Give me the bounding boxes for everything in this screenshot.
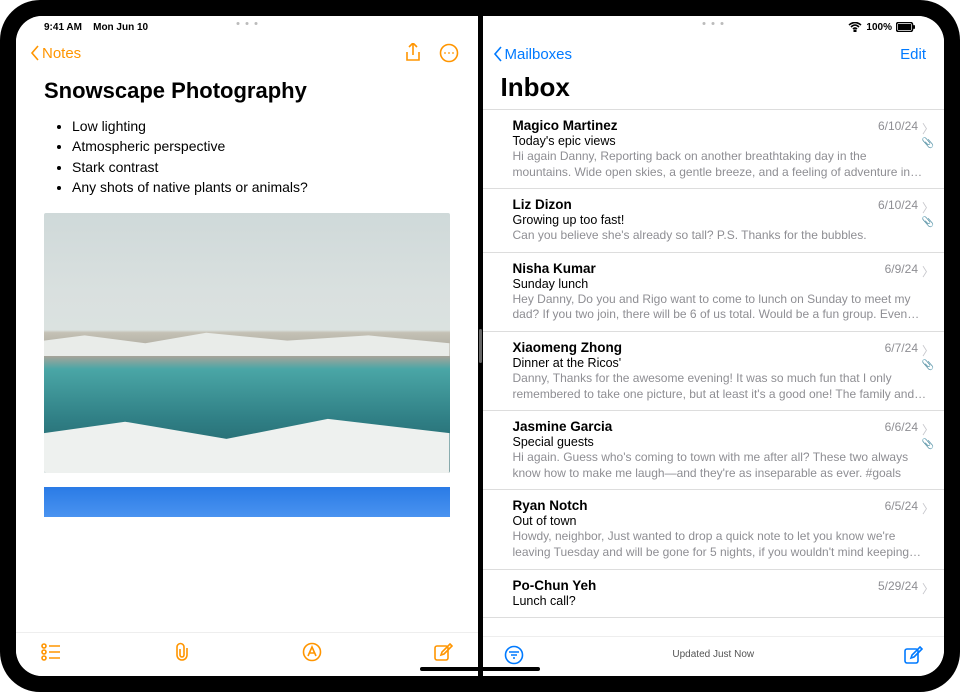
mailboxes-back-label: Mailboxes (505, 46, 573, 63)
attachment-indicator-icon: 📎 (922, 138, 934, 149)
mailboxes-back-button[interactable]: Mailboxes (493, 46, 573, 63)
mail-sender: Magico Martinez (513, 118, 878, 133)
mail-list[interactable]: Magico Martinez6/10/24Today's epic views… (483, 109, 945, 636)
attachment-indicator-icon: 📎 (922, 439, 934, 450)
compose-mail-button[interactable] (902, 644, 924, 666)
mail-subject: Today's epic views (513, 134, 929, 148)
mail-date: 6/10/24 (878, 119, 918, 133)
mail-item[interactable]: Magico Martinez6/10/24Today's epic views… (483, 110, 945, 189)
mail-date: 6/10/24 (878, 198, 918, 212)
mail-status: Updated Just Now (672, 649, 754, 660)
chevron-right-icon: 〉 (922, 580, 934, 597)
edit-button[interactable]: Edit (900, 46, 926, 63)
mail-sender: Xiaomeng Zhong (513, 340, 885, 355)
battery-icon (896, 22, 916, 32)
mail-sender: Ryan Notch (513, 498, 885, 513)
note-bullet-list: Low lighting Atmospheric perspective Sta… (44, 116, 450, 197)
note-bullet: Any shots of native plants or animals? (72, 177, 450, 197)
share-button[interactable] (402, 42, 424, 64)
attachment-button[interactable] (171, 641, 193, 663)
home-indicator[interactable] (420, 667, 540, 671)
notes-back-label: Notes (42, 45, 81, 62)
mail-subject: Special guests (513, 435, 929, 449)
status-right: 100% (848, 22, 916, 33)
chevron-right-icon: 〉 (922, 263, 934, 280)
chevron-right-icon: 〉 (922, 342, 934, 359)
chevron-right-icon: 〉 (922, 421, 934, 438)
mail-date: 5/29/24 (878, 579, 918, 593)
note-title: Snowscape Photography (44, 78, 450, 104)
compose-icon (433, 642, 453, 662)
mail-item[interactable]: Liz Dizon6/10/24Growing up too fast!Can … (483, 189, 945, 253)
markup-icon (302, 642, 322, 662)
note-bullet: Atmospheric perspective (72, 136, 450, 156)
attachment-indicator-icon: 📎 (922, 217, 934, 228)
notes-back-button[interactable]: Notes (30, 45, 81, 62)
chevron-right-icon: 〉 (922, 199, 934, 216)
screen: 9:41 AM Mon Jun 10 100% Notes (16, 16, 944, 676)
markup-button[interactable] (301, 641, 323, 663)
mail-date: 6/6/24 (885, 420, 918, 434)
mail-subject: Growing up too fast! (513, 213, 929, 227)
mail-subject: Dinner at the Ricos' (513, 356, 929, 370)
note-photo-2[interactable] (44, 487, 450, 517)
status-date: Mon Jun 10 (93, 22, 148, 33)
wifi-icon (848, 22, 862, 32)
mail-sender: Nisha Kumar (513, 261, 885, 276)
more-button[interactable] (438, 42, 460, 64)
note-content[interactable]: Snowscape Photography Low lighting Atmos… (16, 70, 478, 632)
filter-icon (504, 645, 524, 665)
chevron-left-icon (30, 45, 40, 61)
mail-item[interactable]: Nisha Kumar6/9/24Sunday lunchHey Danny, … (483, 253, 945, 332)
chevron-left-icon (493, 46, 503, 62)
mail-item[interactable]: Ryan Notch6/5/24Out of townHowdy, neighb… (483, 490, 945, 569)
mail-sender: Jasmine Garcia (513, 419, 885, 434)
checklist-button[interactable] (40, 641, 62, 663)
mail-item[interactable]: Xiaomeng Zhong6/7/24Dinner at the Ricos'… (483, 332, 945, 411)
mail-date: 6/5/24 (885, 499, 918, 513)
mail-subject: Out of town (513, 514, 929, 528)
mail-sender: Po-Chun Yeh (513, 578, 878, 593)
share-icon (405, 43, 421, 63)
mail-item[interactable]: Po-Chun Yeh5/29/24Lunch call?〉 (483, 570, 945, 618)
notes-toolbar (16, 632, 478, 676)
mail-preview: Hi again Danny, Reporting back on anothe… (513, 149, 929, 180)
note-photo[interactable] (44, 213, 450, 473)
battery-percent: 100% (866, 22, 892, 33)
chevron-right-icon: 〉 (922, 120, 934, 137)
mail-toolbar: Updated Just Now (483, 636, 945, 676)
mail-preview: Danny, Thanks for the awesome evening! I… (513, 371, 929, 402)
mail-sender: Liz Dizon (513, 197, 878, 212)
attachment-indicator-icon: 📎 (922, 360, 934, 371)
notes-pane: Notes Snowscape Photography Low lighting… (16, 16, 478, 676)
compose-button[interactable] (432, 641, 454, 663)
note-bullet: Stark contrast (72, 157, 450, 177)
mail-preview: Can you believe she's already so tall? P… (513, 228, 929, 244)
ipad-frame: 9:41 AM Mon Jun 10 100% Notes (0, 0, 960, 692)
note-bullet: Low lighting (72, 116, 450, 136)
mail-preview: Hi again. Guess who's coming to town wit… (513, 450, 929, 481)
paperclip-icon (173, 642, 191, 662)
status-time: 9:41 AM (44, 22, 82, 33)
checklist-icon (41, 643, 61, 661)
status-bar: 9:41 AM Mon Jun 10 100% (16, 16, 944, 36)
compose-icon (903, 645, 923, 665)
mail-preview: Hey Danny, Do you and Rigo want to come … (513, 292, 929, 323)
chevron-right-icon: 〉 (922, 500, 934, 517)
mail-subject: Lunch call? (513, 594, 929, 608)
mail-preview: Howdy, neighbor, Just wanted to drop a q… (513, 529, 929, 560)
status-time-date: 9:41 AM Mon Jun 10 (44, 22, 148, 33)
mail-date: 6/9/24 (885, 262, 918, 276)
filter-button[interactable] (503, 644, 525, 666)
mail-subject: Sunday lunch (513, 277, 929, 291)
inbox-title: Inbox (483, 70, 945, 109)
mail-pane: Mailboxes Edit Inbox Magico Martinez6/10… (483, 16, 945, 676)
mail-date: 6/7/24 (885, 341, 918, 355)
mail-item[interactable]: Jasmine Garcia6/6/24Special guestsHi aga… (483, 411, 945, 490)
ellipsis-circle-icon (439, 43, 459, 63)
